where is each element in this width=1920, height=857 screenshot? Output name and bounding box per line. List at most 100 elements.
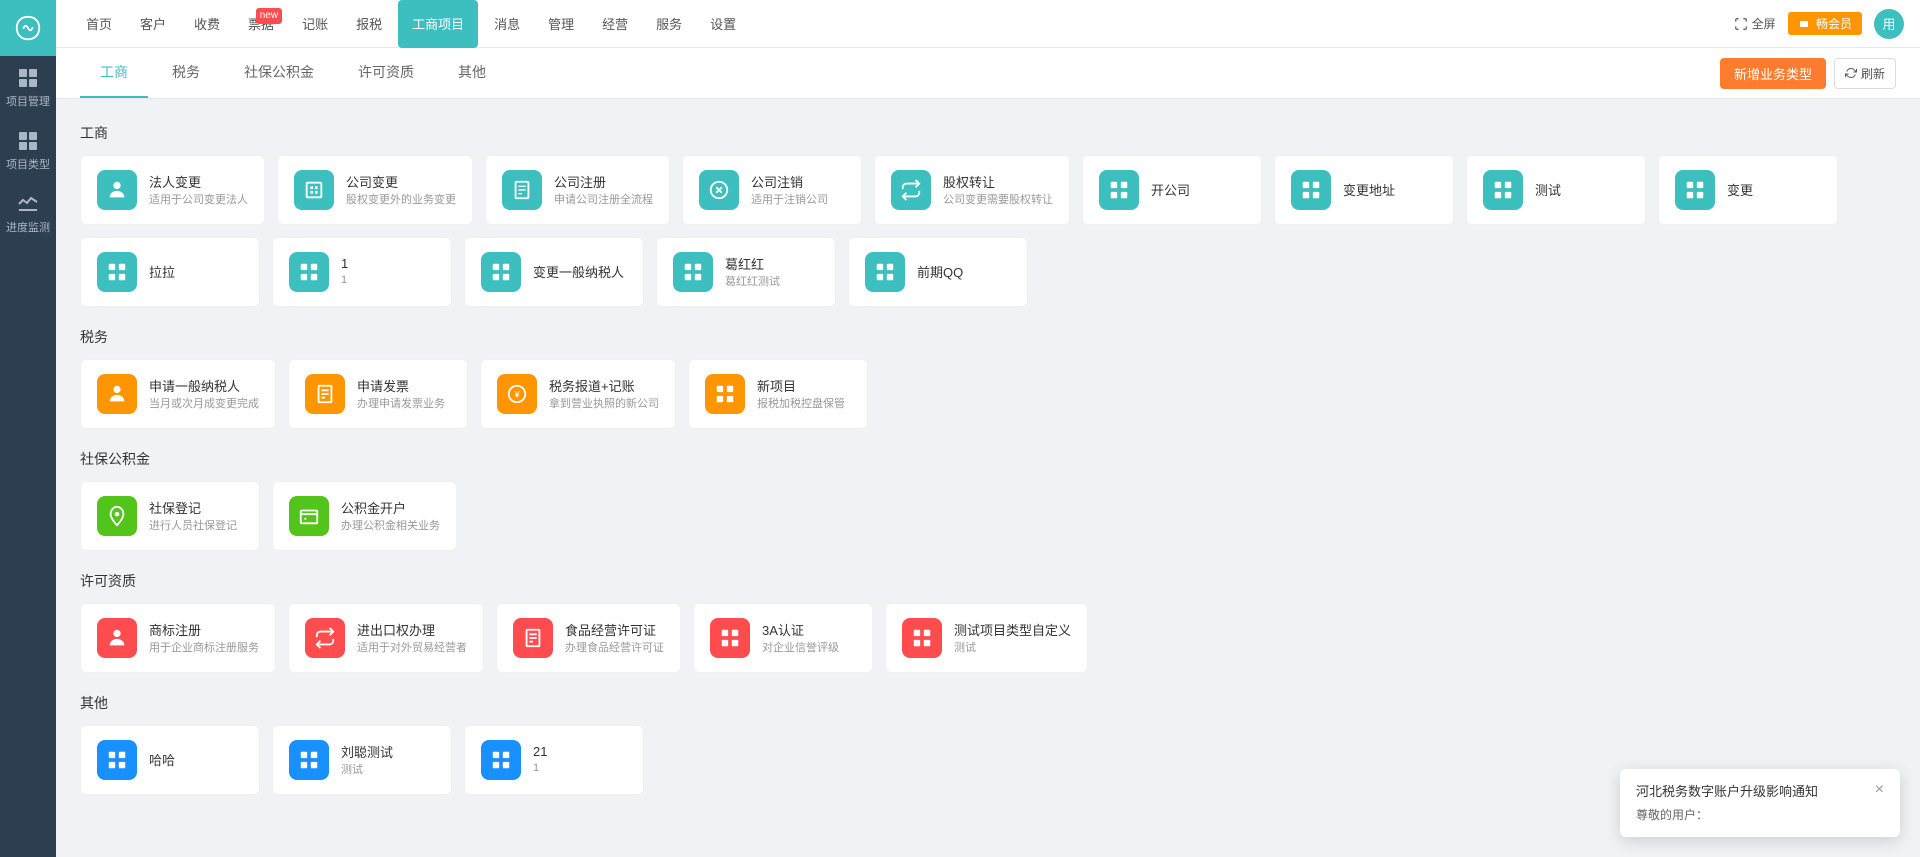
sidebar-item-progress-monitor[interactable]: 进度监测 [0, 182, 56, 245]
card-change-taxpayer[interactable]: 变更一般纳税人 [464, 237, 644, 307]
card-equity-transfer[interactable]: 股权转让 公司变更需要股权转让 [874, 155, 1070, 225]
new-business-type-button[interactable]: 新增业务类型 [1720, 58, 1826, 89]
card-icon [1675, 170, 1715, 210]
card-company-register[interactable]: 公司注册 申请公司注册全流程 [485, 155, 670, 225]
card-info: 进出口权办理 适用于对外贸易经营者 [357, 620, 467, 656]
card-apply-taxpayer[interactable]: 申请一般纳税人 当月或次月成变更完成 [80, 359, 276, 429]
card-trademark[interactable]: 商标注册 用于企业商标注册服务 [80, 603, 276, 673]
pin-icon [1300, 179, 1322, 201]
nav-accounting[interactable]: 记账 [288, 0, 342, 48]
card-info: 开公司 [1151, 180, 1245, 201]
nav-billing[interactable]: 收费 [180, 0, 234, 48]
industry-section: 工商 法人变更 适用于公司变更法人 [80, 123, 1896, 307]
card-info: 法人变更 适用于公司变更法人 [149, 172, 248, 208]
card-info: 21 1 [533, 744, 627, 776]
chart-icon [16, 192, 40, 216]
social-icon [106, 505, 128, 527]
card-new-project[interactable]: 新项目 报税加税控盘保管 [688, 359, 868, 429]
person-icon [106, 179, 128, 201]
nav-settings[interactable]: 设置 [696, 0, 750, 48]
sidebar-item-project-type[interactable]: 项目类型 [0, 119, 56, 182]
industry-cards-grid: 法人变更 适用于公司变更法人 公司变更 股权变更外的业务变更 [80, 155, 1896, 307]
card-info: 测试项目类型自定义 测试 [954, 620, 1071, 656]
nav-message[interactable]: 消息 [480, 0, 534, 48]
card-food-license[interactable]: 食品经营许可证 办理食品经营许可证 [496, 603, 681, 673]
card-3a-cert[interactable]: 3A认证 对企业信誉评级 [693, 603, 873, 673]
nav-home[interactable]: 首页 [72, 0, 126, 48]
notification-popup: 河北税务数字账户升级影响通知 × 尊敬的用户： [1620, 769, 1900, 837]
refresh-button[interactable]: 刷新 [1834, 58, 1896, 89]
card-info: 新项目 报税加税控盘保管 [757, 376, 851, 412]
card-icon [97, 374, 137, 414]
card-21[interactable]: 21 1 [464, 725, 644, 795]
card-change[interactable]: 变更 [1658, 155, 1838, 225]
nav-operation[interactable]: 经营 [588, 0, 642, 48]
card-lala[interactable]: 拉拉 [80, 237, 260, 307]
card-social-register[interactable]: 社保登记 进行人员社保登记 [80, 481, 260, 551]
card-haha[interactable]: 哈哈 [80, 725, 260, 795]
notif-close-button[interactable]: × [1875, 781, 1884, 799]
card-test-type[interactable]: 测试项目类型自定义 测试 [885, 603, 1088, 673]
card-info: 商标注册 用于企业商标注册服务 [149, 620, 259, 656]
other-section-title: 其他 [80, 693, 1896, 713]
topnav-right: 全屏 畅会员 用 [1734, 9, 1904, 39]
card-gehonghong[interactable]: 葛红红 葛红红测试 [656, 237, 836, 307]
card-legal-change[interactable]: 法人变更 适用于公司变更法人 [80, 155, 265, 225]
social-section-title: 社保公积金 [80, 449, 1896, 469]
topnav: 首页 客户 收费 票据 new 记账 报税 工商项目 消息 管理 经营 服务 设… [56, 0, 1920, 48]
nav-manage[interactable]: 管理 [534, 0, 588, 48]
card-icon [502, 170, 542, 210]
tag-icon [16, 129, 40, 153]
card-info: 测试 [1535, 180, 1629, 201]
cancel-icon [708, 179, 730, 201]
nav-industry[interactable]: 工商项目 [398, 0, 478, 48]
card-tax-report[interactable]: ¥ 税务报道+记账 拿到营业执照的新公司 [480, 359, 676, 429]
tab-social[interactable]: 社保公积金 [224, 48, 334, 98]
card-test[interactable]: 测试 [1466, 155, 1646, 225]
card-open-company[interactable]: 开公司 [1082, 155, 1262, 225]
tax-cards-grid: 申请一般纳税人 当月或次月成变更完成 申请发票 办理申请发票业务 ¥ [80, 359, 1896, 429]
card-liu-ceshi[interactable]: 刘聪测试 测试 [272, 725, 452, 795]
fullscreen-icon [1734, 17, 1748, 31]
sidebar-item-project-manage[interactable]: 项目管理 [0, 56, 56, 119]
card-icon [1483, 170, 1523, 210]
sidebar-item-label: 项目类型 [6, 156, 50, 172]
nav-customer[interactable]: 客户 [126, 0, 180, 48]
tab-industry[interactable]: 工商 [80, 48, 148, 98]
card-icon [294, 170, 334, 210]
vip-button[interactable]: 畅会员 [1788, 12, 1862, 35]
tab-tax[interactable]: 税务 [152, 48, 220, 98]
liu-icon [298, 749, 320, 771]
sidebar-logo[interactable] [0, 0, 56, 56]
notif-header: 河北税务数字账户升级影响通知 × [1636, 781, 1884, 800]
avatar[interactable]: 用 [1874, 9, 1904, 39]
card-company-change[interactable]: 公司变更 股权变更外的业务变更 [277, 155, 473, 225]
new-proj-icon [714, 383, 736, 405]
card-info: 公积金开户 办理公积金相关业务 [341, 498, 440, 534]
nav-service[interactable]: 服务 [642, 0, 696, 48]
card-fund-account[interactable]: 公积金开户 办理公积金相关业务 [272, 481, 457, 551]
trademark-icon [106, 627, 128, 649]
card-import-export[interactable]: 进出口权办理 适用于对外贸易经营者 [288, 603, 484, 673]
card-num1[interactable]: 1 1 [272, 237, 452, 307]
card-info: 变更一般纳税人 [533, 262, 627, 283]
card-icon [97, 496, 137, 536]
card-company-cancel[interactable]: 公司注销 适用于注销公司 [682, 155, 862, 225]
nav-tickets[interactable]: 票据 new [234, 0, 288, 48]
card-info: 公司注册 申请公司注册全流程 [554, 172, 653, 208]
card-info: 拉拉 [149, 262, 243, 283]
fullscreen-btn[interactable]: 全屏 [1734, 15, 1776, 32]
building-icon [303, 179, 325, 201]
grid6-icon [490, 261, 512, 283]
card-early-qq[interactable]: 前期QQ [848, 237, 1028, 307]
card-info: 变更地址 [1343, 180, 1437, 201]
card-apply-invoice[interactable]: 申请发票 办理申请发票业务 [288, 359, 468, 429]
card-info: 社保登记 进行人员社保登记 [149, 498, 243, 534]
nav-tax[interactable]: 报税 [342, 0, 396, 48]
tab-other[interactable]: 其他 [438, 48, 506, 98]
card-info: 公司变更 股权变更外的业务变更 [346, 172, 456, 208]
doc-icon [511, 179, 533, 201]
tab-license[interactable]: 许可资质 [338, 48, 434, 98]
card-icon [289, 496, 329, 536]
card-change-address[interactable]: 变更地址 [1274, 155, 1454, 225]
